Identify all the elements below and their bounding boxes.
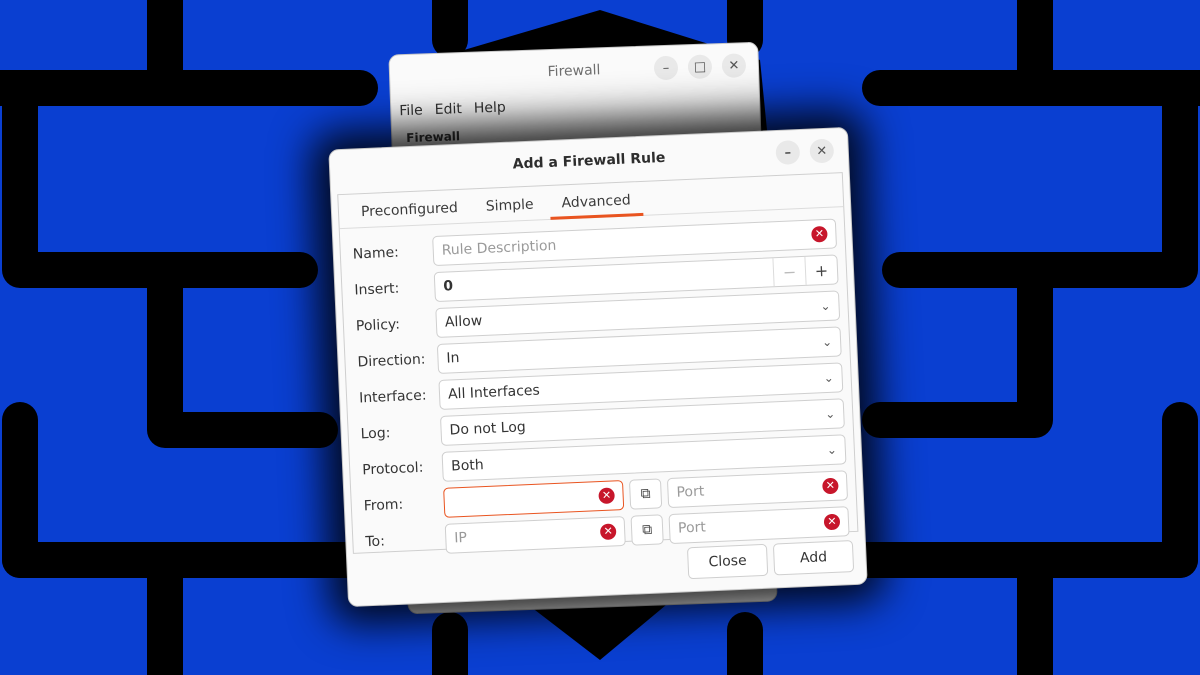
add-button[interactable]: Add xyxy=(772,540,855,576)
dialog-window-controls: – ✕ xyxy=(775,138,835,166)
log-label: Log: xyxy=(360,425,391,443)
clear-icon[interactable]: ✕ xyxy=(598,487,615,505)
chevron-down-icon: ⌄ xyxy=(826,442,838,458)
clear-icon[interactable]: ✕ xyxy=(811,225,828,243)
name-label: Name: xyxy=(352,244,400,263)
menu-file[interactable]: File xyxy=(399,102,423,119)
dialog-actions: Close Add xyxy=(686,540,855,580)
decrement-icon[interactable]: − xyxy=(772,256,806,287)
to-ip-input[interactable]: IP ✕ xyxy=(444,515,626,554)
policy-label: Policy: xyxy=(355,316,401,335)
maximize-icon[interactable]: □ xyxy=(687,54,713,80)
name-placeholder: Rule Description xyxy=(441,237,557,259)
copy-icon[interactable]: ⧉ xyxy=(630,514,664,546)
chevron-down-icon: ⌄ xyxy=(824,406,836,422)
brick-line xyxy=(2,402,118,578)
increment-icon[interactable]: + xyxy=(804,255,838,285)
protocol-label: Protocol: xyxy=(361,459,424,479)
to-port-placeholder: Port xyxy=(677,519,707,537)
chevron-down-icon: ⌄ xyxy=(821,334,833,350)
interface-value: All Interfaces xyxy=(447,382,541,403)
insert-label: Insert: xyxy=(354,280,400,299)
close-icon[interactable]: ✕ xyxy=(721,53,747,78)
brick-line xyxy=(862,252,1053,438)
window-title: Firewall xyxy=(547,62,601,81)
clear-icon[interactable]: ✕ xyxy=(822,477,839,495)
chevron-down-icon: ⌄ xyxy=(820,298,831,314)
policy-value: Allow xyxy=(444,313,483,331)
clear-icon[interactable]: ✕ xyxy=(599,523,617,541)
from-port-input[interactable]: Port ✕ xyxy=(666,470,849,509)
brick-line xyxy=(147,252,338,448)
brick-line xyxy=(882,70,1198,288)
menu-edit[interactable]: Edit xyxy=(434,101,462,118)
add-rule-dialog: Add a Firewall Rule – ✕ Preconfigured Si… xyxy=(328,126,868,608)
advanced-form: Name: Rule Description ✕ Insert: 0 − + P… xyxy=(340,207,858,561)
brick-line xyxy=(1082,402,1198,578)
from-label: From: xyxy=(363,496,404,515)
to-label: To: xyxy=(365,533,386,551)
minimize-icon[interactable]: – xyxy=(775,140,801,166)
window-controls: – □ ✕ xyxy=(653,53,747,81)
from-ip-input[interactable]: ✕ xyxy=(443,480,625,518)
clear-icon[interactable]: ✕ xyxy=(823,513,841,531)
to-port-input[interactable]: Port ✕ xyxy=(668,506,850,545)
direction-label: Direction: xyxy=(357,351,426,371)
protocol-value: Both xyxy=(450,457,485,475)
tab-preconfigured[interactable]: Preconfigured xyxy=(348,189,470,227)
copy-icon[interactable]: ⧉ xyxy=(628,478,663,510)
minimize-icon[interactable]: – xyxy=(653,55,679,81)
close-button[interactable]: Close xyxy=(686,543,769,580)
chevron-down-icon: ⌄ xyxy=(823,370,834,386)
menu-help[interactable]: Help xyxy=(474,100,506,117)
interface-label: Interface: xyxy=(358,387,427,407)
from-port-placeholder: Port xyxy=(676,483,705,501)
to-ip-placeholder: IP xyxy=(453,529,468,547)
close-icon[interactable]: ✕ xyxy=(809,138,835,164)
rule-form-frame: Preconfigured Simple Advanced Name: Rule… xyxy=(337,172,859,554)
tab-advanced[interactable]: Advanced xyxy=(549,182,644,219)
brick-line xyxy=(2,70,318,288)
direction-value: In xyxy=(446,350,460,367)
dialog-title: Add a Firewall Rule xyxy=(512,149,666,173)
log-value: Do not Log xyxy=(449,419,527,439)
tab-simple[interactable]: Simple xyxy=(473,186,546,222)
